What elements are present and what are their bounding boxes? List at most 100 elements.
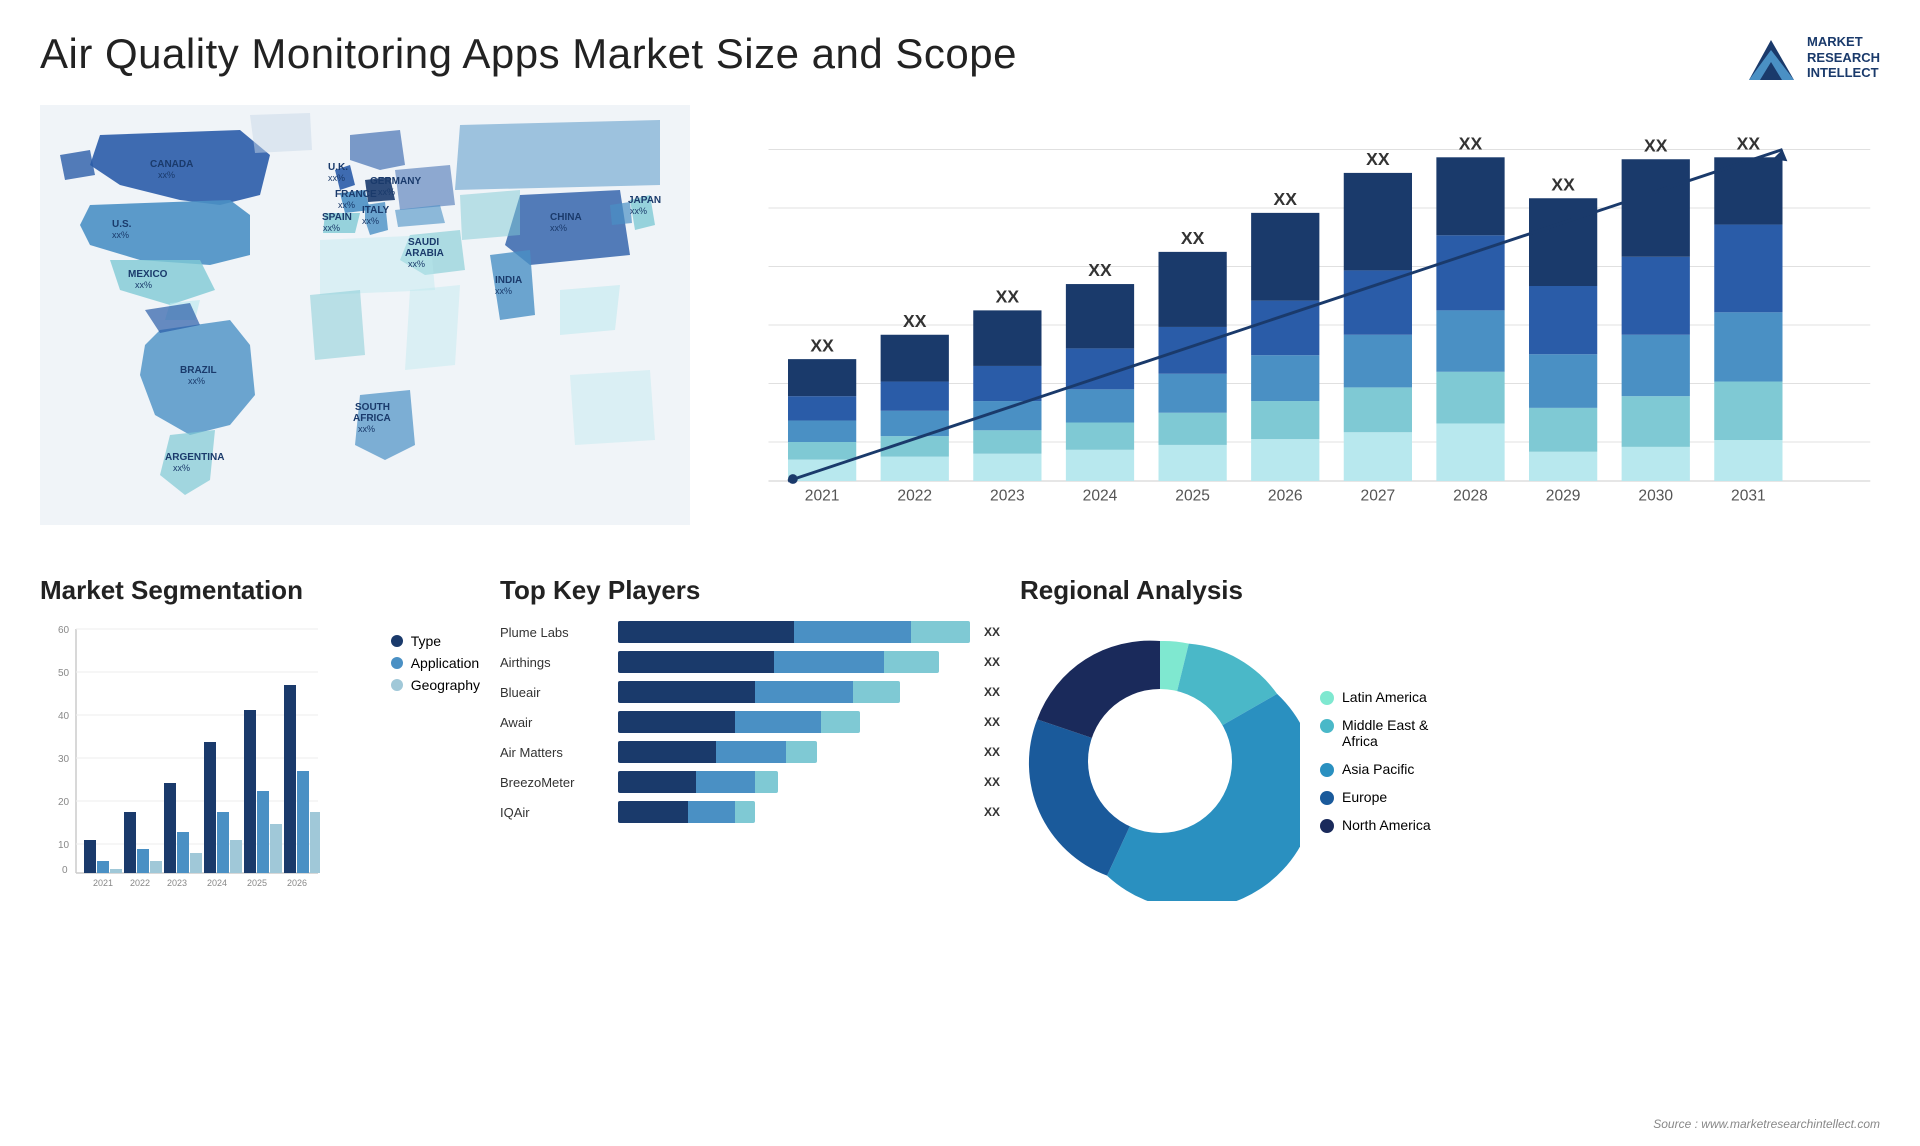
- source-text: Source : www.marketresearchintellect.com: [1653, 1117, 1880, 1131]
- map-value-argentina: xx%: [173, 463, 190, 473]
- geography-dot: [391, 679, 403, 691]
- svg-text:2027: 2027: [1361, 488, 1396, 505]
- player-name: Airthings: [500, 655, 610, 670]
- svg-text:50: 50: [58, 668, 70, 679]
- bottom-row: Market Segmentation 60 50 40 30 20 10 0: [40, 575, 1880, 995]
- map-label-mexico: MEXICO: [128, 269, 168, 280]
- player-value: XX: [984, 805, 1000, 819]
- player-name: Blueair: [500, 685, 610, 700]
- svg-text:XX: XX: [1181, 228, 1205, 248]
- mea-dot: [1320, 719, 1334, 733]
- legend-type: Type: [391, 633, 480, 649]
- logo: MARKET RESEARCH INTELLECT: [1744, 30, 1880, 85]
- segmentation-chart: 60 50 40 30 20 10 0: [40, 621, 320, 891]
- svg-text:XX: XX: [903, 311, 927, 331]
- player-bar-segment: [911, 621, 970, 643]
- player-bar-segment: [735, 711, 821, 733]
- player-value: XX: [984, 655, 1000, 669]
- map-label-saudi: SAUDI: [408, 237, 439, 248]
- map-value-brazil: xx%: [188, 376, 205, 386]
- map-value-italy: xx%: [362, 216, 379, 226]
- map-label-spain: SPAIN: [322, 212, 352, 223]
- application-dot: [391, 657, 403, 669]
- map-value-india: xx%: [495, 286, 512, 296]
- svg-text:2029: 2029: [1546, 488, 1581, 505]
- player-row: Plume LabsXX: [500, 621, 1000, 643]
- logo-line2: RESEARCH: [1807, 50, 1880, 66]
- svg-text:30: 30: [58, 754, 70, 765]
- player-bar: [618, 741, 817, 763]
- map-label-canada: CANADA: [150, 159, 193, 170]
- segmentation-section: Market Segmentation 60 50 40 30 20 10 0: [40, 575, 480, 995]
- logo-line3: INTELLECT: [1807, 65, 1880, 81]
- player-bar-segment: [755, 771, 778, 793]
- player-bar-segment: [696, 771, 755, 793]
- svg-text:0: 0: [62, 865, 68, 876]
- map-label-saudi2: ARABIA: [405, 248, 444, 259]
- map-label-brazil: BRAZIL: [180, 365, 217, 376]
- players-list: Plume LabsXXAirthingsXXBlueairXXAwairXXA…: [500, 621, 1000, 823]
- svg-text:40: 40: [58, 711, 70, 722]
- regional-container: Latin America Middle East &Africa Asia P…: [1020, 621, 1880, 901]
- map-label-india: INDIA: [495, 275, 522, 286]
- player-name: Awair: [500, 715, 610, 730]
- player-row: Airthings XX: [500, 651, 1000, 673]
- europe-label: Europe: [1342, 789, 1387, 805]
- player-bar-container: [618, 771, 970, 793]
- map-label-italy: ITALY: [362, 205, 390, 216]
- player-bar-segment: [618, 801, 688, 823]
- map-label-china: CHINA: [550, 212, 582, 223]
- map-value-china: xx%: [550, 223, 567, 233]
- svg-text:XX: XX: [1551, 174, 1575, 194]
- player-bar: [618, 711, 860, 733]
- world-map: CANADA xx% U.S. xx% MEXICO xx% BRAZIL xx…: [40, 105, 690, 525]
- svg-text:2024: 2024: [207, 878, 227, 888]
- player-bar: [618, 801, 755, 823]
- svg-text:XX: XX: [1088, 260, 1112, 280]
- legend-asia: Asia Pacific: [1320, 761, 1431, 777]
- page-title: Air Quality Monitoring Apps Market Size …: [40, 30, 1017, 78]
- player-bar-segment: [618, 681, 755, 703]
- player-bar: [618, 651, 939, 673]
- player-row: IQAirXX: [500, 801, 1000, 823]
- map-label-germany: GERMANY: [370, 176, 421, 187]
- svg-text:XX: XX: [1644, 135, 1668, 155]
- map-label-uk: U.K.: [328, 162, 348, 173]
- regional-title: Regional Analysis: [1020, 575, 1880, 606]
- player-bar-container: [618, 681, 970, 703]
- legend-northamerica: North America: [1320, 817, 1431, 833]
- regional-legend: Latin America Middle East &Africa Asia P…: [1320, 689, 1431, 833]
- bar-chart-section: XX XX XX XX: [710, 105, 1880, 545]
- map-value-southafrica: xx%: [358, 424, 375, 434]
- northamerica-label: North America: [1342, 817, 1431, 833]
- svg-text:60: 60: [58, 625, 70, 636]
- map-value-spain: xx%: [323, 223, 340, 233]
- map-label-japan: JAPAN: [628, 195, 661, 206]
- player-bar-segment: [821, 711, 860, 733]
- logo-line1: MARKET: [1807, 34, 1880, 50]
- map-label-us: U.S.: [112, 219, 132, 230]
- player-bar-segment: [774, 651, 884, 673]
- map-value-us: xx%: [112, 230, 129, 240]
- latin-label: Latin America: [1342, 689, 1427, 705]
- map-value-germany: xx%: [378, 187, 395, 197]
- map-value-france: xx%: [338, 200, 355, 210]
- map-value-canada: xx%: [158, 170, 175, 180]
- map-label-argentina: ARGENTINA: [165, 452, 224, 463]
- svg-text:XX: XX: [810, 335, 834, 355]
- mea-label: Middle East &Africa: [1342, 717, 1428, 749]
- player-value: XX: [984, 775, 1000, 789]
- top-row: CANADA xx% U.S. xx% MEXICO xx% BRAZIL xx…: [40, 105, 1880, 545]
- player-bar-container: [618, 741, 970, 763]
- map-value-japan: xx%: [630, 206, 647, 216]
- geography-label: Geography: [411, 677, 480, 693]
- player-bar-segment: [786, 741, 817, 763]
- player-bar-segment: [755, 681, 853, 703]
- page: Air Quality Monitoring Apps Market Size …: [0, 0, 1920, 1146]
- segmentation-title: Market Segmentation: [40, 575, 480, 606]
- type-dot: [391, 635, 403, 647]
- type-label: Type: [411, 633, 441, 649]
- svg-text:2026: 2026: [287, 878, 307, 888]
- player-row: BreezoMeterXX: [500, 771, 1000, 793]
- player-row: BlueairXX: [500, 681, 1000, 703]
